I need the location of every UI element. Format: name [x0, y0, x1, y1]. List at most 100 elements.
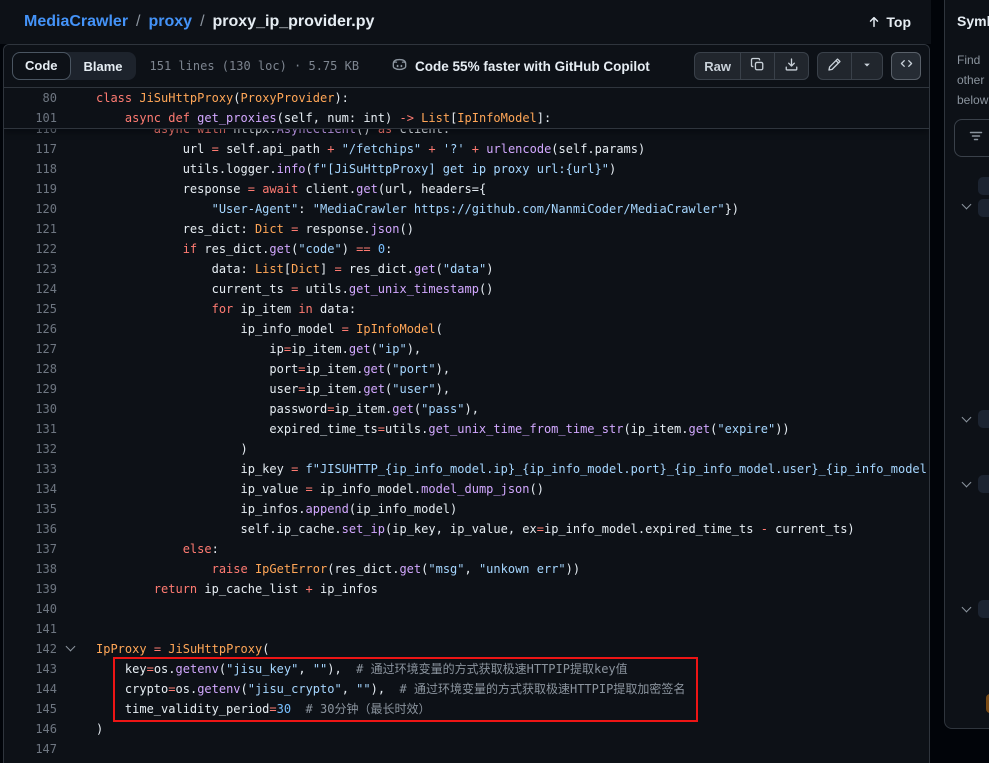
line-number[interactable]: 131: [4, 419, 57, 439]
file-view-panel: Code Blame 151 lines (130 loc) · 5.75 KB…: [3, 44, 930, 763]
chevron-down-icon[interactable]: [962, 200, 972, 210]
code-blame-switch: Code Blame: [12, 52, 136, 80]
sticky-scope-lines: 80 class JiSuHttpProxy(ProxyProvider): 101…: [4, 88, 929, 129]
code-line-text: class JiSuHttpProxy(ProxyProvider):: [96, 88, 349, 108]
line-number[interactable]: 129: [4, 379, 57, 399]
line-number[interactable]: 140: [4, 599, 57, 619]
line-number[interactable]: 101: [4, 108, 57, 128]
code-line-text: response = await client.get(url, headers…: [96, 179, 486, 199]
raw-button[interactable]: Raw: [695, 53, 740, 79]
line-number[interactable]: 143: [4, 659, 57, 679]
symbol-badge[interactable]: [978, 199, 989, 217]
line-number[interactable]: 80: [4, 88, 57, 108]
line-number[interactable]: 133: [4, 459, 57, 479]
line-number[interactable]: 134: [4, 479, 57, 499]
symbol-badge[interactable]: [978, 410, 989, 428]
symbol-badge[interactable]: [978, 600, 989, 618]
code-line-text: current_ts = utils.get_unix_timestamp(): [96, 279, 493, 299]
line-number[interactable]: 118: [4, 159, 57, 179]
symbols-toggle-button[interactable]: [891, 52, 921, 80]
code-line-text: key=os.getenv("jisu_key", ""), # 通过环境变量的…: [96, 659, 628, 679]
code-line-text: user=ip_item.get("user"),: [96, 379, 450, 399]
code-line-text: return ip_cache_list + ip_infos: [96, 579, 378, 599]
code-row: 127 ip=ip_item.get("ip"),: [4, 339, 929, 359]
line-number[interactable]: 146: [4, 719, 57, 739]
code-viewport: 116 async with httpx.AsyncClient() as cl…: [4, 88, 929, 763]
line-number[interactable]: 123: [4, 259, 57, 279]
toolbar-actions: Raw: [694, 52, 921, 80]
code-row: 143 key=os.getenv("jisu_key", ""), # 通过环…: [4, 659, 929, 679]
copy-button[interactable]: [740, 53, 774, 79]
breadcrumb-file-name: proxy_ip_provider.py: [213, 13, 375, 31]
chevron-down-icon[interactable]: [962, 413, 972, 423]
code-row: 118 utils.logger.info(f"[JiSuHttpProxy] …: [4, 159, 929, 179]
edit-button[interactable]: [818, 53, 851, 79]
file-info: 151 lines (130 loc) · 5.75 KB: [150, 59, 360, 73]
code-line-text: for ip_item in data:: [96, 299, 356, 319]
line-number[interactable]: 135: [4, 499, 57, 519]
line-number[interactable]: 136: [4, 519, 57, 539]
edit-dropdown-button[interactable]: [851, 53, 882, 79]
line-number[interactable]: 122: [4, 239, 57, 259]
code-line-text: "User-Agent": "MediaCrawler https://gith…: [96, 199, 739, 219]
copilot-banner[interactable]: Code 55% faster with GitHub Copilot: [391, 56, 650, 76]
code-row: 145 time_validity_period=30 # 30分钟（最长时效）: [4, 699, 929, 719]
breadcrumb-folder-link[interactable]: proxy: [149, 13, 193, 31]
download-button[interactable]: [774, 53, 808, 79]
line-number[interactable]: 132: [4, 439, 57, 459]
line-number[interactable]: 142: [4, 639, 57, 659]
tab-blame[interactable]: Blame: [71, 52, 136, 80]
line-number[interactable]: 127: [4, 339, 57, 359]
code-line-text: utils.logger.info(f"[JiSuHttpProxy] get …: [96, 159, 616, 179]
line-number[interactable]: 124: [4, 279, 57, 299]
symbols-filter-button[interactable]: [954, 119, 989, 157]
code-row: 147: [4, 739, 929, 759]
back-to-top-button[interactable]: Top: [863, 12, 915, 32]
code-row: 139 return ip_cache_list + ip_infos: [4, 579, 929, 599]
code-row: 125 for ip_item in data:: [4, 299, 929, 319]
chevron-down-icon[interactable]: [66, 642, 76, 652]
copilot-icon: [391, 56, 408, 76]
top-button-label: Top: [886, 14, 911, 30]
line-number[interactable]: 139: [4, 579, 57, 599]
code-row: 126 ip_info_model = IpInfoModel(: [4, 319, 929, 339]
line-number[interactable]: 145: [4, 699, 57, 719]
line-number[interactable]: 120: [4, 199, 57, 219]
code-row: 122 if res_dict.get("code") == 0:: [4, 239, 929, 259]
symbol-badge[interactable]: [978, 177, 989, 195]
copilot-banner-text: Code 55% faster with GitHub Copilot: [415, 59, 650, 74]
line-number[interactable]: 141: [4, 619, 57, 639]
code-row: 132 ): [4, 439, 929, 459]
line-number[interactable]: 128: [4, 359, 57, 379]
code-row: 119 response = await client.get(url, hea…: [4, 179, 929, 199]
line-number[interactable]: 137: [4, 539, 57, 559]
code-row: 128 port=ip_item.get("port"),: [4, 359, 929, 379]
line-number[interactable]: 138: [4, 559, 57, 579]
chevron-down-icon: [861, 59, 873, 74]
breadcrumb: MediaCrawler / proxy / proxy_ip_provider…: [24, 13, 374, 31]
code-line-text: password=ip_item.get("pass"),: [96, 399, 479, 419]
code-line-text: ip_value = ip_info_model.model_dump_json…: [96, 479, 544, 499]
code-row: 136 self.ip_cache.set_ip(ip_key, ip_valu…: [4, 519, 929, 539]
line-number[interactable]: 126: [4, 319, 57, 339]
line-number[interactable]: 121: [4, 219, 57, 239]
tab-code[interactable]: Code: [12, 52, 71, 80]
chevron-down-icon[interactable]: [962, 603, 972, 613]
line-number[interactable]: 144: [4, 679, 57, 699]
pencil-icon: [827, 57, 842, 75]
code-line-text: ): [96, 719, 103, 739]
code-row: 130 password=ip_item.get("pass"),: [4, 399, 929, 419]
code-row: 131 expired_time_ts=utils.get_unix_time_…: [4, 419, 929, 439]
line-number[interactable]: 117: [4, 139, 57, 159]
line-number[interactable]: 147: [4, 739, 57, 759]
code-line-text: async def get_proxies(self, num: int) ->…: [96, 108, 551, 128]
code-line-text: expired_time_ts=utils.get_unix_time_from…: [96, 419, 790, 439]
breadcrumb-separator: /: [200, 13, 204, 31]
chevron-down-icon[interactable]: [962, 478, 972, 488]
line-number[interactable]: 130: [4, 399, 57, 419]
line-number[interactable]: 125: [4, 299, 57, 319]
breadcrumb-repo-link[interactable]: MediaCrawler: [24, 13, 128, 31]
symbol-badge[interactable]: [978, 475, 989, 493]
line-number[interactable]: 119: [4, 179, 57, 199]
code-line-text: raise IpGetError(res_dict.get("msg", "un…: [96, 559, 580, 579]
